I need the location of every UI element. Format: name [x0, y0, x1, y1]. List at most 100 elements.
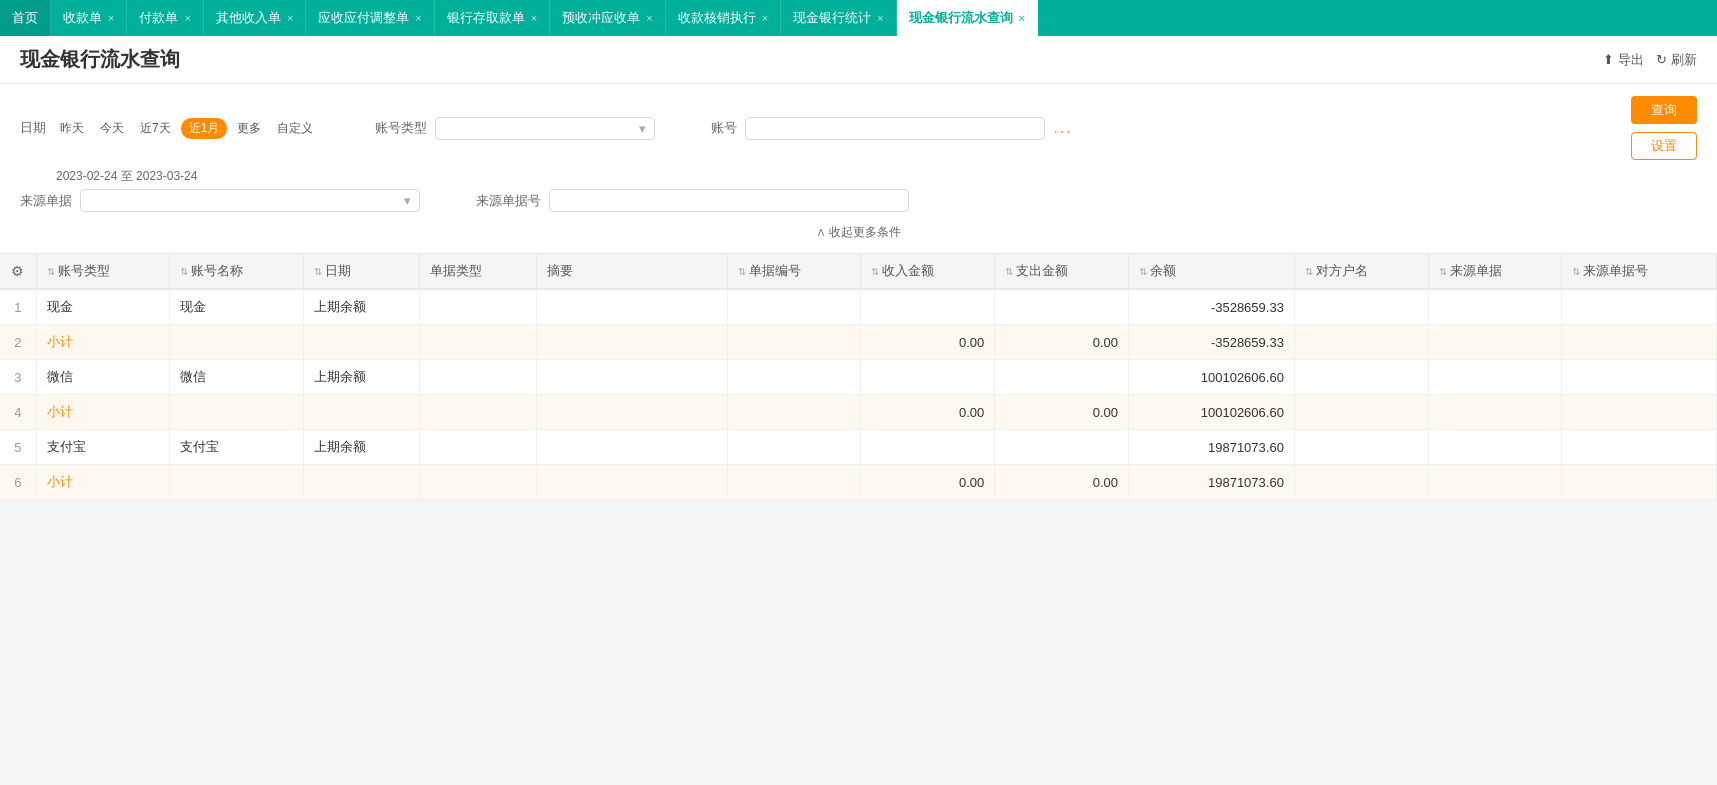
table-cell: 4 — [0, 395, 36, 430]
account-filter-group: 账号 ... — [711, 117, 1072, 140]
nav-tab-advance[interactable]: 预收冲应收单 × — [550, 0, 665, 36]
col-balance[interactable]: ⇅余额 — [1129, 254, 1295, 289]
col-account-name[interactable]: ⇅账号名称 — [170, 254, 304, 289]
table-cell: 100102606.60 — [1129, 360, 1295, 395]
table-cell: 3 — [0, 360, 36, 395]
table-cell — [420, 289, 536, 325]
table-cell — [1428, 395, 1562, 430]
col-expense[interactable]: ⇅支出金额 — [995, 254, 1129, 289]
table-cell — [420, 325, 536, 360]
nav-tab-cash-stat[interactable]: 现金银行统计 × — [781, 0, 896, 36]
col-income[interactable]: ⇅收入金额 — [861, 254, 995, 289]
date-label: 日期 — [20, 119, 46, 137]
col-source-doc[interactable]: ⇅来源单据 — [1428, 254, 1562, 289]
close-icon[interactable]: × — [877, 12, 883, 24]
nav-tab-adjust[interactable]: 应收应付调整单 × — [306, 0, 434, 36]
close-icon[interactable]: × — [646, 12, 652, 24]
table-cell: 现金 — [36, 289, 170, 325]
nav-tab-other-income[interactable]: 其他收入单 × — [204, 0, 306, 36]
table-cell: 6 — [0, 465, 36, 500]
table-cell: 现金 — [170, 289, 304, 325]
close-icon[interactable]: × — [1019, 12, 1025, 24]
table-cell — [1562, 430, 1717, 465]
source-doc-select[interactable]: ▾ — [80, 189, 420, 212]
sort-icon: ⇅ — [314, 266, 322, 277]
nav-tab-cash-flow[interactable]: 现金银行流水查询 × — [897, 0, 1038, 36]
table-cell: 19871073.60 — [1129, 430, 1295, 465]
table-cell — [1428, 430, 1562, 465]
table-cell — [1562, 395, 1717, 430]
table-cell — [536, 430, 727, 465]
chevron-down-icon: ▾ — [639, 121, 646, 136]
settings-button[interactable]: 设置 — [1631, 132, 1697, 160]
export-button[interactable]: ⬆ 导出 — [1603, 51, 1644, 69]
table-cell: 0.00 — [995, 465, 1129, 500]
close-icon[interactable]: × — [108, 12, 114, 24]
table-cell — [420, 360, 536, 395]
query-button[interactable]: 查询 — [1631, 96, 1697, 124]
table-cell — [995, 360, 1129, 395]
source-doc-no-label: 来源单据号 — [476, 192, 541, 210]
date-range-display: 2023-02-24 至 2023-03-24 — [56, 168, 1697, 185]
collapse-bar[interactable]: ∧ 收起更多条件 — [20, 220, 1697, 245]
page-title: 现金银行流水查询 — [20, 46, 180, 73]
date-opt-1month[interactable]: 近1月 — [181, 118, 228, 139]
date-filter-group: 日期 昨天 今天 近7天 近1月 更多 自定义 — [20, 118, 319, 139]
table-cell — [536, 325, 727, 360]
gear-icon[interactable]: ⚙ — [11, 263, 24, 279]
account-input[interactable] — [745, 117, 1045, 140]
col-settings[interactable]: ⚙ — [0, 254, 36, 289]
nav-tab-bank-deposit[interactable]: 银行存取款单 × — [435, 0, 550, 36]
export-icon: ⬆ — [1603, 52, 1614, 67]
date-opt-yesterday[interactable]: 昨天 — [54, 118, 90, 139]
close-icon[interactable]: × — [287, 12, 293, 24]
account-type-filter-group: 账号类型 ▾ — [375, 117, 655, 140]
close-icon[interactable]: × — [531, 12, 537, 24]
refresh-button[interactable]: ↻ 刷新 — [1656, 51, 1697, 69]
table-cell: -3528659.33 — [1129, 325, 1295, 360]
source-doc-no-input[interactable] — [549, 189, 909, 212]
account-type-select[interactable]: ▾ — [435, 117, 655, 140]
table-cell: 0.00 — [995, 395, 1129, 430]
close-icon[interactable]: × — [184, 12, 190, 24]
table-row: 5支付宝支付宝上期余额19871073.60 — [0, 430, 1717, 465]
table-cell — [1428, 360, 1562, 395]
table-cell: 19871073.60 — [1129, 465, 1295, 500]
nav-tab-writeoff[interactable]: 收款核销执行 × — [666, 0, 781, 36]
close-icon[interactable]: × — [762, 12, 768, 24]
table-cell: 上期余额 — [304, 289, 420, 325]
table-cell: 2 — [0, 325, 36, 360]
table-cell — [727, 360, 861, 395]
table-cell — [536, 395, 727, 430]
nav-tab-home[interactable]: 首页 — [0, 0, 51, 36]
chevron-down-icon: ▾ — [404, 193, 411, 208]
date-opt-custom[interactable]: 自定义 — [271, 118, 319, 139]
table-row: 1现金现金上期余额-3528659.33 — [0, 289, 1717, 325]
date-opt-7days[interactable]: 近7天 — [134, 118, 177, 139]
table-cell — [1294, 325, 1428, 360]
close-icon[interactable]: × — [415, 12, 421, 24]
col-account-type[interactable]: ⇅账号类型 — [36, 254, 170, 289]
table-cell — [1294, 430, 1428, 465]
table-cell — [861, 430, 995, 465]
filter-row-2: 来源单据 ▾ 来源单据号 — [20, 189, 1697, 212]
sort-icon: ⇅ — [1572, 266, 1580, 277]
date-opt-more[interactable]: 更多 — [231, 118, 267, 139]
table-cell — [170, 465, 304, 500]
col-summary: 摘要 — [536, 254, 727, 289]
col-doc-type: 单据类型 — [420, 254, 536, 289]
table-cell — [1562, 360, 1717, 395]
date-options: 昨天 今天 近7天 近1月 更多 自定义 — [54, 118, 319, 139]
col-source-doc-no[interactable]: ⇅来源单据号 — [1562, 254, 1717, 289]
col-date[interactable]: ⇅日期 — [304, 254, 420, 289]
account-dots-button[interactable]: ... — [1053, 119, 1072, 137]
nav-tab-payment[interactable]: 付款单 × — [127, 0, 203, 36]
table-cell — [1428, 465, 1562, 500]
nav-tab-receipt[interactable]: 收款单 × — [51, 0, 127, 36]
source-doc-label: 来源单据 — [20, 192, 72, 210]
col-counterparty[interactable]: ⇅对方户名 — [1294, 254, 1428, 289]
table-cell — [304, 325, 420, 360]
refresh-icon: ↻ — [1656, 52, 1667, 67]
col-doc-no[interactable]: ⇅单据编号 — [727, 254, 861, 289]
date-opt-today[interactable]: 今天 — [94, 118, 130, 139]
